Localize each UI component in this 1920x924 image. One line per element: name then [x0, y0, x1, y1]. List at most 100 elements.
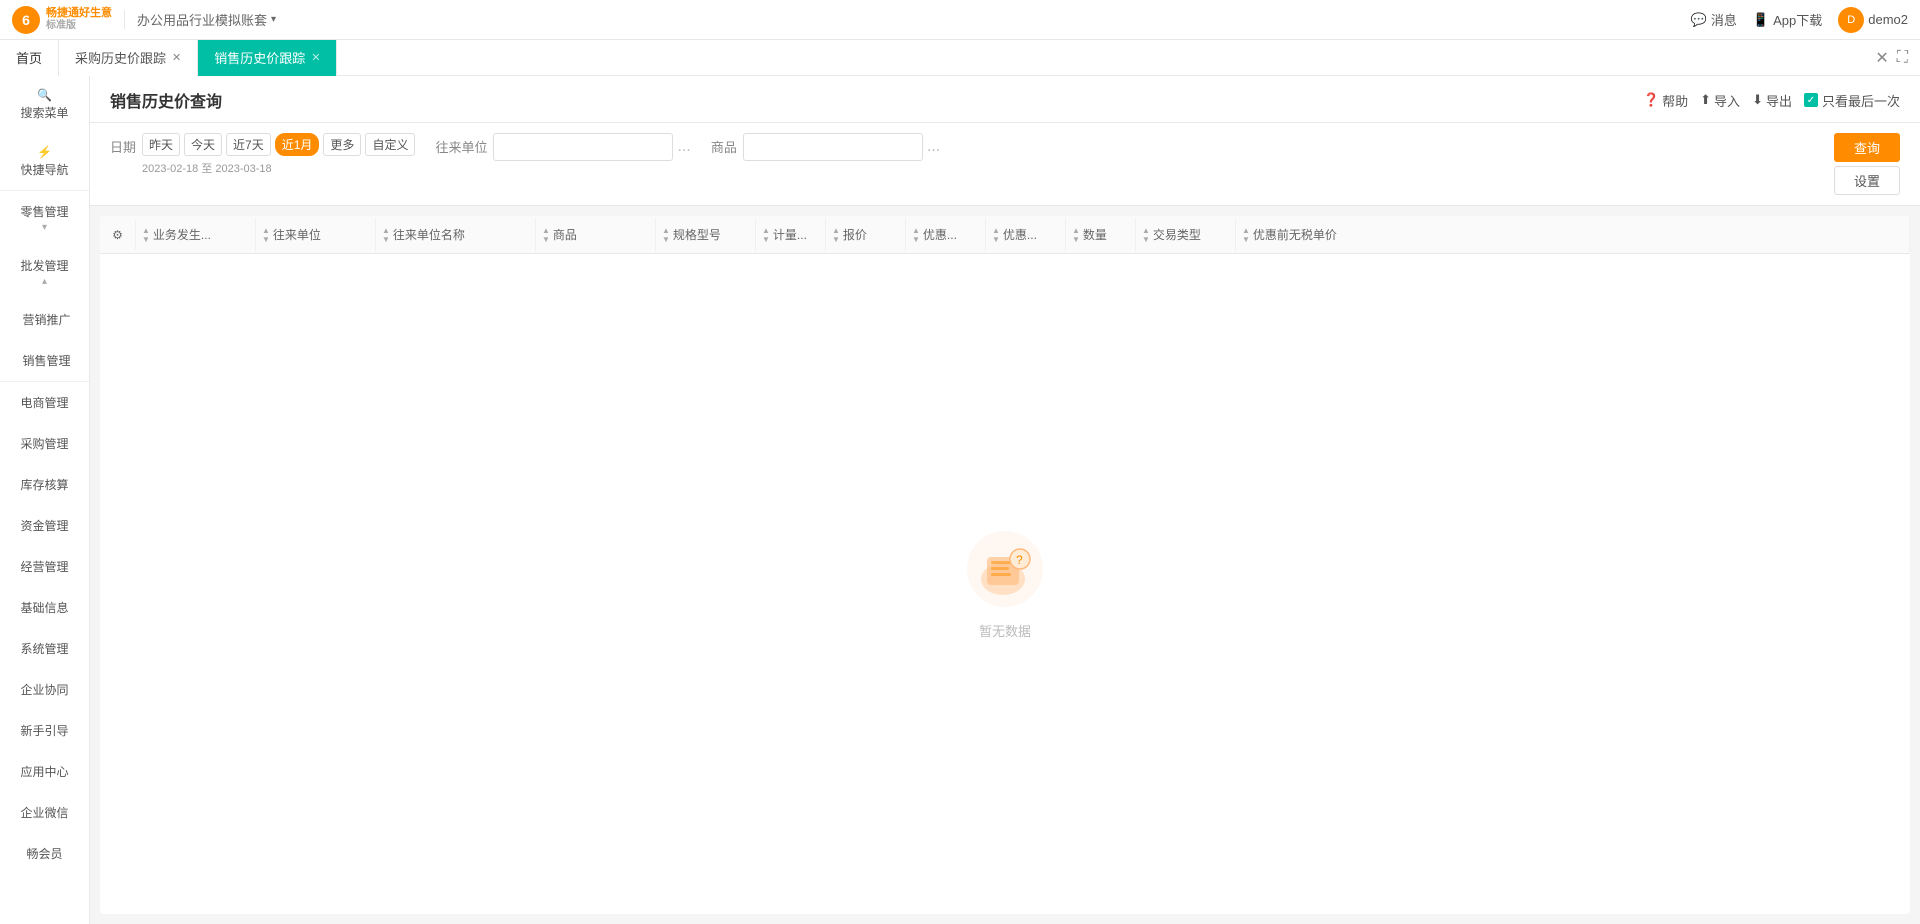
counterpart-label: 往来单位 [435, 133, 487, 156]
sidebar-item-sales-mgmt[interactable]: 销售管理 [0, 340, 89, 381]
search-menu-icon: 🔍 [37, 88, 52, 102]
date-filter-options: 昨天 今天 近7天 近1月 更多 自定义 2023-02-18 至 2023-0… [142, 133, 415, 176]
chevron-down-icon: ▾ [42, 222, 47, 233]
tab-bar-actions: ✕ ⛶ [1875, 48, 1920, 68]
product-filter-group: 商品 ... [711, 133, 940, 161]
counterpart-input[interactable] [493, 133, 673, 161]
sidebar-item-quick-nav[interactable]: ⚡ 快捷导航 [0, 133, 89, 190]
th-unit[interactable]: ▲▼ 计量... [756, 218, 826, 252]
page-title-row: 销售历史价查询 ❓ 帮助 ⬆ 导入 ⬇ 导出 ✓ [110, 88, 1900, 122]
sidebar-item-wechat[interactable]: 企业微信 [0, 792, 89, 833]
settings-icon: ⚙ [112, 228, 123, 242]
th-spec[interactable]: ▲▼ 规格型号 [656, 218, 756, 252]
page-header: 销售历史价查询 ❓ 帮助 ⬆ 导入 ⬇ 导出 ✓ [90, 76, 1920, 123]
sidebar-item-marketing[interactable]: 营销推广 [0, 299, 89, 340]
date-btn-custom[interactable]: 自定义 [365, 133, 415, 156]
sidebar-item-operation[interactable]: 经营管理 [0, 546, 89, 587]
th-date[interactable]: ▲▼ 业务发生... [136, 218, 256, 252]
date-btn-1month[interactable]: 近1月 [275, 133, 320, 156]
counterpart-input-wrap: ... [493, 133, 690, 161]
sort-icon: ▲▼ [1072, 226, 1080, 244]
tab-fullscreen-icon[interactable]: ⛶ [1897, 49, 1908, 67]
date-btn-yesterday[interactable]: 昨天 [142, 133, 180, 156]
sidebar-item-enterprise[interactable]: 企业协同 [0, 669, 89, 710]
user-area[interactable]: D demo2 [1838, 7, 1908, 33]
date-range: 2023-02-18 至 2023-03-18 [142, 160, 415, 176]
sidebar-item-wholesale-mgmt[interactable]: 批发管理 ▴ [0, 245, 89, 299]
sort-icon: ▲▼ [142, 226, 150, 244]
chevron-up-icon: ▴ [42, 276, 47, 287]
sidebar-item-finance[interactable]: 资金管理 [0, 505, 89, 546]
export-icon: ⬇ [1752, 92, 1763, 108]
sidebar-item-app-center[interactable]: 应用中心 [0, 751, 89, 792]
date-btn-more[interactable]: 更多 [323, 133, 361, 156]
sort-icon: ▲▼ [542, 226, 550, 244]
sort-icon: ▲▼ [832, 226, 840, 244]
logo-icon: 6 [12, 6, 40, 34]
sort-icon: ▲▼ [992, 226, 1000, 244]
sort-icon: ▲▼ [912, 226, 920, 244]
th-settings[interactable]: ⚙ [100, 220, 136, 250]
sidebar-item-system[interactable]: 系统管理 [0, 628, 89, 669]
purchase-tab-label: 采购历史价跟踪 [75, 48, 166, 67]
product-input[interactable] [743, 133, 923, 161]
tab-purchase[interactable]: 采购历史价跟踪 ✕ [59, 40, 198, 76]
date-btn-today[interactable]: 今天 [184, 133, 222, 156]
th-product[interactable]: ▲▼ 商品 [536, 218, 656, 252]
only-last-checkbox[interactable]: ✓ 只看最后一次 [1804, 91, 1900, 110]
app-download-btn[interactable]: 📱 App下载 [1753, 10, 1822, 29]
sidebar: 🔍 搜索菜单 ⚡ 快捷导航 零售管理 ▾ 批发管理 ▴ 营销推广 销售管理 电商… [0, 76, 90, 924]
product-label: 商品 [711, 133, 737, 156]
page-actions: ❓ 帮助 ⬆ 导入 ⬇ 导出 ✓ 只看最后一次 [1643, 91, 1900, 110]
sidebar-item-basic-info[interactable]: 基础信息 [0, 587, 89, 628]
sales-tab-close[interactable]: ✕ [311, 51, 320, 64]
tab-home[interactable]: 首页 [0, 40, 59, 76]
logo-text: 畅捷通好生意 标准版 [46, 7, 112, 32]
export-btn[interactable]: ⬇ 导出 [1752, 91, 1792, 110]
sidebar-item-search-menu[interactable]: 🔍 搜索菜单 [0, 76, 89, 133]
th-discount-rate[interactable]: ▲▼ 优惠... [906, 218, 986, 252]
sidebar-item-purchase-mgmt[interactable]: 采购管理 [0, 423, 89, 464]
th-discount-amt[interactable]: ▲▼ 优惠... [986, 218, 1066, 252]
import-btn[interactable]: ⬆ 导入 [1700, 91, 1740, 110]
top-bar-right: 💬 消息 📱 App下载 D demo2 [1691, 7, 1908, 33]
tab-bar: 首页 采购历史价跟踪 ✕ 销售历史价跟踪 ✕ ✕ ⛶ [0, 40, 1920, 76]
setting-button[interactable]: 设置 [1834, 166, 1900, 195]
th-qty[interactable]: ▲▼ 数量 [1066, 218, 1136, 252]
date-btn-7days[interactable]: 近7天 [226, 133, 271, 156]
table-header: ⚙ ▲▼ 业务发生... ▲▼ 往来单位 ▲▼ 往来单位名称 ▲▼ 商品 [100, 216, 1910, 254]
logo-area: 6 畅捷通好生意 标准版 [12, 6, 112, 34]
message-btn[interactable]: 💬 消息 [1691, 10, 1737, 29]
sidebar-item-member[interactable]: 畅会员 [0, 833, 89, 874]
sidebar-item-guide[interactable]: 新手引导 [0, 710, 89, 751]
app-selector[interactable]: 办公用品行业模拟账套 ▾ [124, 10, 276, 29]
date-label: 日期 [110, 133, 136, 156]
help-btn[interactable]: ❓ 帮助 [1643, 91, 1688, 110]
quick-nav-icon: ⚡ [37, 145, 52, 159]
sort-icon: ▲▼ [1242, 226, 1250, 244]
empty-state: ? 暂无数据 [100, 254, 1910, 914]
th-pre-tax[interactable]: ▲▼ 优惠前无税单价 [1236, 218, 1910, 252]
sort-icon: ▲▼ [1142, 226, 1150, 244]
sidebar-item-ecom-mgmt[interactable]: 电商管理 [0, 382, 89, 423]
th-unit-code[interactable]: ▲▼ 往来单位 [256, 218, 376, 252]
sales-tab-label: 销售历史价跟踪 [214, 48, 305, 67]
tab-close-all-icon[interactable]: ✕ [1875, 48, 1888, 68]
tab-sales[interactable]: 销售历史价跟踪 ✕ [198, 40, 337, 76]
svg-text:?: ? [1016, 553, 1023, 567]
page-title: 销售历史价查询 [110, 88, 222, 112]
import-icon: ⬆ [1700, 92, 1711, 108]
sidebar-item-inventory[interactable]: 库存核算 [0, 464, 89, 505]
product-dots-btn[interactable]: ... [927, 138, 940, 156]
sidebar-item-retail-mgmt[interactable]: 零售管理 ▾ [0, 191, 89, 245]
query-button[interactable]: 查询 [1834, 133, 1900, 162]
th-unit-name[interactable]: ▲▼ 往来单位名称 [376, 218, 536, 252]
filter-row: 日期 昨天 今天 近7天 近1月 更多 自定义 2023-02-18 至 202… [110, 133, 1900, 195]
avatar: D [1838, 7, 1864, 33]
th-trade-type[interactable]: ▲▼ 交易类型 [1136, 218, 1236, 252]
purchase-tab-close[interactable]: ✕ [172, 51, 181, 64]
empty-text: 暂无数据 [979, 621, 1031, 640]
th-price[interactable]: ▲▼ 报价 [826, 218, 906, 252]
counterpart-dots-btn[interactable]: ... [677, 138, 690, 156]
date-btns: 昨天 今天 近7天 近1月 更多 自定义 [142, 133, 415, 156]
